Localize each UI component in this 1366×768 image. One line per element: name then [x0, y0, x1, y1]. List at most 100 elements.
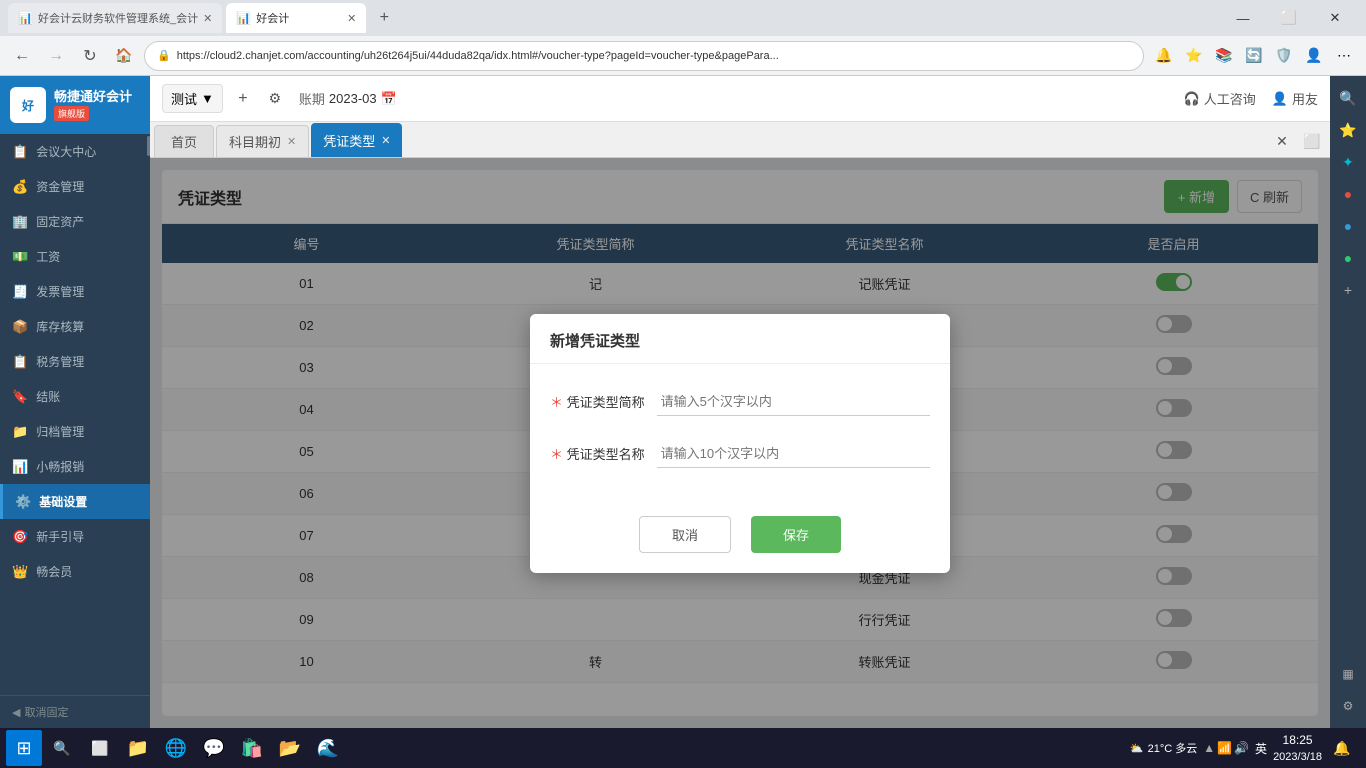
- nav-forward[interactable]: →: [42, 42, 70, 70]
- right-btn-2[interactable]: ⭐: [1334, 116, 1362, 144]
- vip-icon: 👑: [12, 564, 28, 580]
- sidebar-item-report[interactable]: 📊 小畅报销: [0, 449, 150, 484]
- ext-btn-6[interactable]: 👤: [1300, 42, 1328, 70]
- taskbar: ⊞ 🔍 ⬜ 📁 🌐 💬 🛍️ 📂 🌊 ⛅ 21°C 多云 ▲ 📶 🔊 英 18:…: [0, 728, 1366, 768]
- right-btn-6[interactable]: ●: [1334, 244, 1362, 272]
- logo-title: 畅捷通好会计: [54, 89, 132, 106]
- right-btn-5[interactable]: ●: [1334, 212, 1362, 240]
- new-tab-button[interactable]: +: [370, 4, 398, 32]
- ext-btn-more[interactable]: ⋯: [1330, 42, 1358, 70]
- calendar-icon[interactable]: 📅: [381, 91, 397, 107]
- sidebar-item-archive[interactable]: 📁 归档管理: [0, 414, 150, 449]
- period-info: 账期 2023-03 📅: [299, 89, 397, 108]
- browser-titlebar: 📊 好会计云财务软件管理系统_会计 ✕ 📊 好会计 ✕ + — ⬜ ✕: [0, 0, 1366, 36]
- ext-btn-5[interactable]: 🛡️: [1270, 42, 1298, 70]
- browser-tab-active[interactable]: 📊 好会计 ✕: [226, 3, 366, 33]
- sidebar-item-settings[interactable]: ⚙️ 基础设置: [0, 484, 150, 519]
- sidebar-item-vip[interactable]: 👑 畅会员: [0, 554, 150, 589]
- address-box[interactable]: 🔒 https://cloud2.chanjet.com/accounting/…: [144, 41, 1144, 71]
- right-btn-4[interactable]: ●: [1334, 180, 1362, 208]
- dialog-title: 新增凭证类型: [550, 333, 640, 350]
- user-btn[interactable]: 👤 用友: [1272, 89, 1318, 108]
- sidebar-item-salary[interactable]: 💵 工资: [0, 239, 150, 274]
- taskbar-search[interactable]: 🔍: [44, 730, 80, 766]
- workspace-settings-btn[interactable]: ⚙: [263, 87, 287, 111]
- win-maximize[interactable]: ⬜: [1266, 3, 1312, 33]
- archive-label: 归档管理: [36, 423, 84, 440]
- dialog-body: ＊ 凭证类型简称 ＊ 凭证类型名称: [530, 364, 950, 516]
- sidebar-item-guide[interactable]: 🎯 新手引导: [0, 519, 150, 554]
- sidebar-scroll[interactable]: 📋 会议大中心 💰 资金管理 🏢 固定资产 💵 工资 🧾 发票管理 📦: [0, 134, 150, 695]
- sidebar-item-assets[interactable]: 🏢 固定资产: [0, 204, 150, 239]
- nav-refresh[interactable]: ↻: [76, 42, 104, 70]
- tab-expand-btn[interactable]: ⬜: [1298, 127, 1326, 155]
- taskbar-wechat[interactable]: 💬: [196, 730, 232, 766]
- right-btn-7[interactable]: +: [1334, 276, 1362, 304]
- add-workspace-btn[interactable]: +: [231, 87, 255, 111]
- logo-text-group: 畅捷通好会计 旗舰版: [54, 89, 132, 122]
- ext-btn-1[interactable]: 🔔: [1150, 42, 1178, 70]
- taskbar-store[interactable]: 🛍️: [234, 730, 270, 766]
- right-bottom-btn-1[interactable]: ▦: [1334, 660, 1362, 688]
- cancel-button[interactable]: 取消: [639, 516, 731, 553]
- sidebar-item-dashboard[interactable]: 📋 会议大中心: [0, 134, 150, 169]
- headset-icon: 🎧: [1184, 91, 1200, 107]
- taskbar-notifications[interactable]: ▲ 📶 🔊: [1203, 741, 1249, 755]
- taskbar-explorer[interactable]: 📁: [120, 730, 156, 766]
- sidebar-item-settlement[interactable]: 🔖 结账: [0, 379, 150, 414]
- sidebar-item-inventory[interactable]: 📦 库存核算: [0, 309, 150, 344]
- taskbar-view[interactable]: ⬜: [82, 730, 118, 766]
- weather-temp: 21°C 多云: [1148, 740, 1198, 756]
- taskbar-chrome[interactable]: 🌐: [158, 730, 194, 766]
- clock-date: 2023/3/18: [1273, 749, 1322, 766]
- funds-label: 资金管理: [36, 178, 84, 195]
- right-bottom-btn-2[interactable]: ⚙: [1334, 692, 1362, 720]
- name-input[interactable]: [657, 440, 930, 468]
- inventory-icon: 📦: [12, 319, 28, 335]
- clock-time: 18:25: [1273, 731, 1322, 749]
- abbr-label: ＊ 凭证类型简称: [550, 392, 645, 411]
- sidebar-item-funds[interactable]: 💰 资金管理: [0, 169, 150, 204]
- abbr-input[interactable]: [657, 388, 930, 416]
- sidebar-item-invoice[interactable]: 🧾 发票管理: [0, 274, 150, 309]
- tab-home[interactable]: 首页: [154, 125, 214, 157]
- report-label: 小畅报销: [36, 458, 84, 475]
- browser-tab-inactive[interactable]: 📊 好会计云财务软件管理系统_会计 ✕: [8, 3, 222, 33]
- subject-tab-close[interactable]: ✕: [287, 135, 296, 148]
- logo-icon: 好: [10, 87, 46, 123]
- ext-btn-3[interactable]: 📚: [1210, 42, 1238, 70]
- tax-icon: 📋: [12, 354, 28, 370]
- help-btn[interactable]: 🎧 人工咨询: [1184, 89, 1256, 108]
- right-search-btn[interactable]: 🔍: [1334, 84, 1362, 112]
- taskbar-files[interactable]: 📂: [272, 730, 308, 766]
- start-button[interactable]: ⊞: [6, 730, 42, 766]
- settings-icon: ⚙️: [15, 494, 31, 510]
- ext-btn-4[interactable]: 🔄: [1240, 42, 1268, 70]
- guide-icon: 🎯: [12, 529, 28, 545]
- nav-home[interactable]: 🏠: [110, 42, 138, 70]
- right-sidebar: 🔍 ⭐ ✦ ● ● ● + ▦ ⚙: [1330, 76, 1366, 728]
- logo-badge: 旗舰版: [54, 106, 89, 121]
- tab1-close[interactable]: ✕: [203, 12, 212, 25]
- tab-voucher-type[interactable]: 凭证类型 ✕: [311, 123, 402, 157]
- nav-back[interactable]: ←: [8, 42, 36, 70]
- tab2-close[interactable]: ✕: [347, 12, 356, 25]
- ext-btn-2[interactable]: ⭐: [1180, 42, 1208, 70]
- right-btn-3[interactable]: ✦: [1334, 148, 1362, 176]
- settings-label: 基础设置: [39, 493, 87, 510]
- taskbar-edge[interactable]: 🌊: [310, 730, 346, 766]
- dialog-overlay: 新增凭证类型 ＊ 凭证类型简称 ＊: [150, 158, 1330, 728]
- abbr-field-row: ＊ 凭证类型简称: [550, 388, 930, 416]
- dashboard-icon: 📋: [12, 144, 28, 160]
- sidebar-logo: 好 畅捷通好会计 旗舰版: [0, 76, 150, 134]
- win-minimize[interactable]: —: [1220, 3, 1266, 33]
- sidebar-item-tax[interactable]: 📋 税务管理: [0, 344, 150, 379]
- taskbar-notification-bell[interactable]: 🔔: [1328, 734, 1356, 762]
- sidebar-collapse[interactable]: ◀ 取消固定: [0, 695, 150, 728]
- win-close[interactable]: ✕: [1312, 3, 1358, 33]
- workspace-select[interactable]: 测试 ▼: [162, 84, 223, 113]
- voucher-type-tab-close[interactable]: ✕: [381, 134, 390, 147]
- save-button[interactable]: 保存: [751, 516, 841, 553]
- tab-close-btn[interactable]: ✕: [1268, 127, 1296, 155]
- tab-subject[interactable]: 科目期初 ✕: [216, 125, 309, 157]
